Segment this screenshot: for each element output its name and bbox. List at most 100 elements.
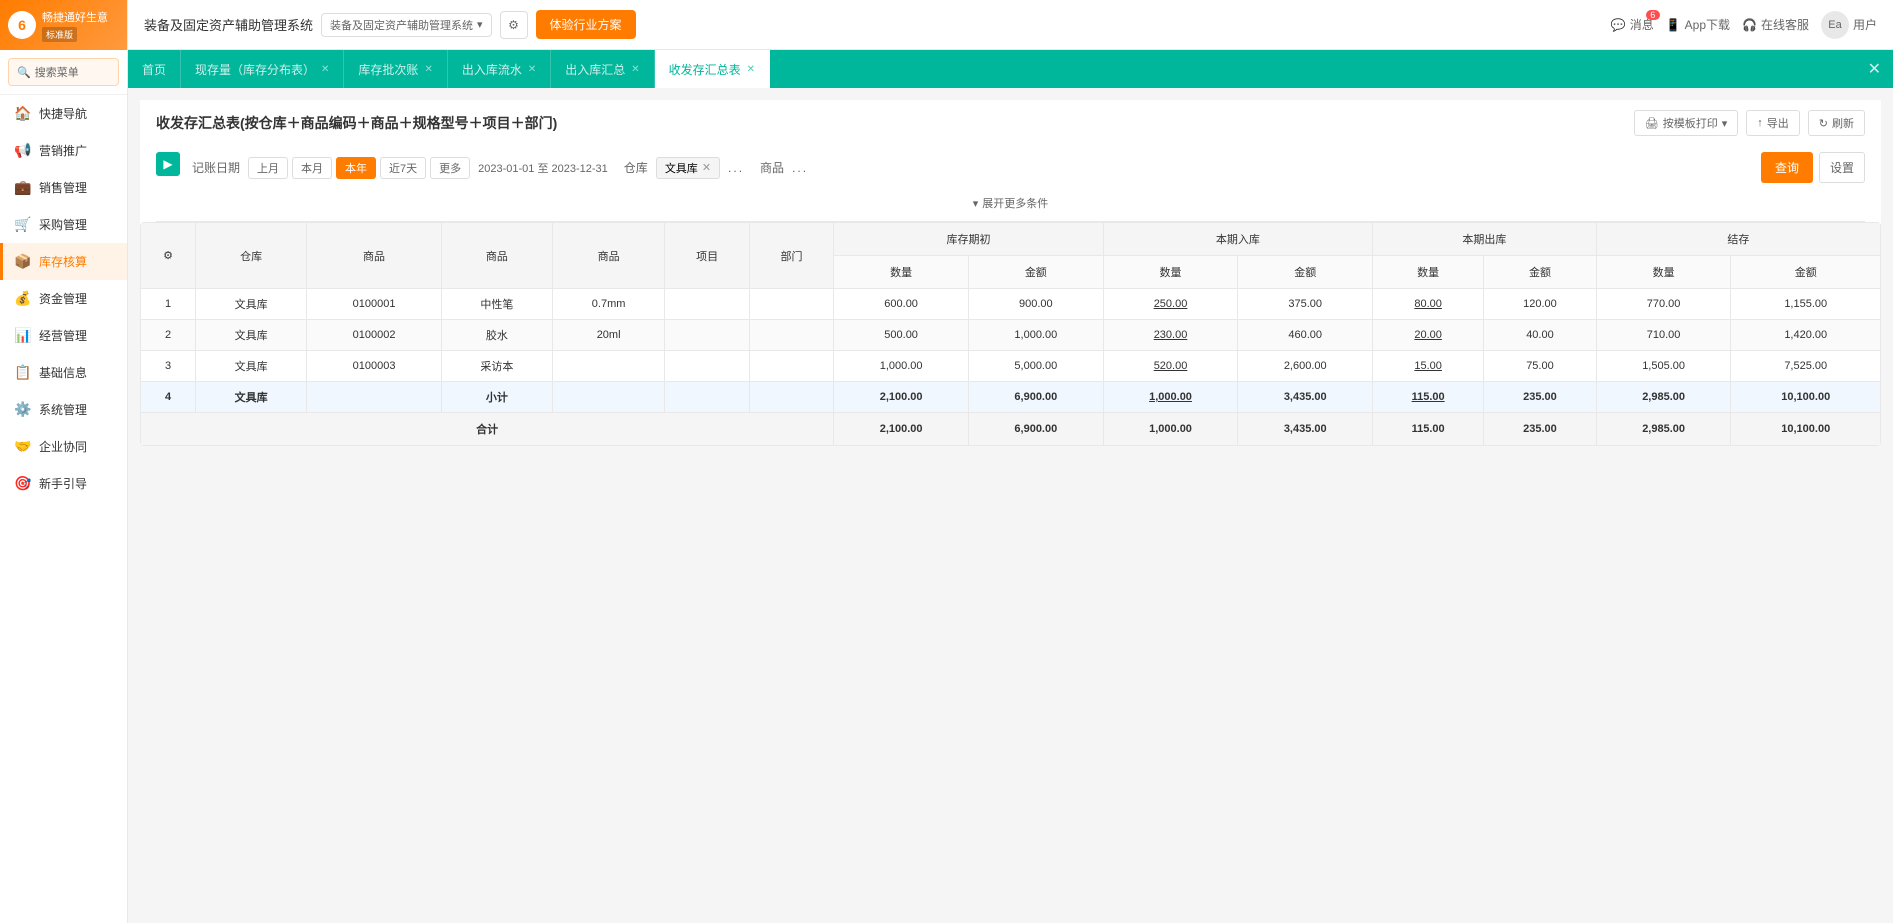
sidebar-item-caigou[interactable]: 🛒 采购管理 bbox=[0, 206, 127, 243]
date-btn-this-month[interactable]: 本月 bbox=[292, 157, 332, 179]
settings-gear-button[interactable]: ⚙ bbox=[500, 11, 528, 39]
row-open-qty: 2,100.00 bbox=[834, 382, 969, 413]
sidebar-item-xiaoshou[interactable]: 💼 销售管理 bbox=[0, 169, 127, 206]
table-row: 2文具库0100002胶水20ml500.001,000.00230.00460… bbox=[141, 320, 1881, 351]
row-bal-qty: 710.00 bbox=[1596, 320, 1731, 351]
sidebar-item-xitong[interactable]: ⚙️ 系统管理 bbox=[0, 391, 127, 428]
sidebar-nav: 🏠 快捷导航 📢 营销推广 💼 销售管理 🛒 采购管理 📦 库存核算 💰 资金管… bbox=[0, 95, 127, 923]
tab-batch[interactable]: 库存批次账 ✕ bbox=[344, 50, 447, 88]
row-in-qty[interactable]: 520.00 bbox=[1103, 351, 1238, 382]
warehouse-tag-close[interactable]: ✕ bbox=[702, 161, 711, 174]
tab-bar-close-button[interactable]: ✕ bbox=[1856, 59, 1893, 79]
sidebar-item-jingying[interactable]: 📊 经营管理 bbox=[0, 317, 127, 354]
try-industry-button[interactable]: 体验行业方案 bbox=[536, 10, 636, 39]
row-open-amt: 900.00 bbox=[968, 289, 1103, 320]
date-btn-last-month[interactable]: 上月 bbox=[248, 157, 288, 179]
tab-flow[interactable]: 出入库流水 ✕ bbox=[448, 50, 551, 88]
row-code: 0100001 bbox=[307, 289, 442, 320]
date-btn-more[interactable]: 更多 bbox=[430, 157, 470, 179]
tab-collect-summary-close[interactable]: ✕ bbox=[747, 64, 755, 75]
row-project bbox=[665, 351, 749, 382]
expand-more-filters-button[interactable]: ▾ 展开更多条件 bbox=[172, 191, 1849, 215]
nav-label-jingying: 经营管理 bbox=[39, 327, 87, 344]
row-open-qty: 1,000.00 bbox=[834, 351, 969, 382]
row-bal-qty: 1,505.00 bbox=[1596, 351, 1731, 382]
footer-bal-amt: 10,100.00 bbox=[1731, 413, 1881, 446]
tab-home[interactable]: 首页 bbox=[128, 50, 181, 88]
sidebar-item-xinshou[interactable]: 🎯 新手引导 bbox=[0, 465, 127, 502]
chevron-down-icon-expand: ▾ bbox=[973, 197, 979, 210]
nav-icon-yingxiao: 📢 bbox=[15, 143, 31, 159]
row-out-qty[interactable]: 15.00 bbox=[1373, 351, 1484, 382]
row-spec bbox=[552, 351, 665, 382]
warehouse-tag[interactable]: 文具库 ✕ bbox=[656, 157, 720, 179]
row-project bbox=[665, 289, 749, 320]
sidebar-item-yingxiao[interactable]: 📢 营销推广 bbox=[0, 132, 127, 169]
online-service-button[interactable]: 🎧 在线客服 bbox=[1742, 16, 1809, 33]
app-download-button[interactable]: 📱 App下载 bbox=[1666, 16, 1730, 33]
sidebar-item-jichu[interactable]: 📋 基础信息 bbox=[0, 354, 127, 391]
row-code: 0100002 bbox=[307, 320, 442, 351]
tab-collect-summary-label: 收发存汇总表 bbox=[669, 61, 741, 78]
row-in-amt: 375.00 bbox=[1238, 289, 1373, 320]
phone-icon: 📱 bbox=[1666, 18, 1681, 32]
row-name: 采访本 bbox=[441, 351, 552, 382]
row-open-amt: 6,900.00 bbox=[968, 382, 1103, 413]
row-in-qty[interactable]: 1,000.00 bbox=[1103, 382, 1238, 413]
th-dept: 部门 bbox=[749, 223, 833, 289]
warehouse-more[interactable]: ... bbox=[728, 161, 744, 175]
search-menu-button[interactable]: 🔍 搜索菜单 bbox=[8, 58, 119, 86]
th-settings: ⚙ bbox=[141, 223, 196, 289]
export-icon: ↑ bbox=[1757, 117, 1763, 129]
tab-batch-close[interactable]: ✕ bbox=[424, 64, 432, 75]
row-dept bbox=[749, 320, 833, 351]
nav-icon-xitong: ⚙️ bbox=[15, 402, 31, 418]
chevron-down-icon-print: ▾ bbox=[1722, 117, 1728, 130]
filter-collapse-button[interactable]: ▶ bbox=[156, 152, 180, 176]
row-spec bbox=[552, 382, 665, 413]
search-area[interactable]: 🔍 搜索菜单 bbox=[0, 50, 127, 95]
query-button[interactable]: 查询 bbox=[1761, 152, 1813, 183]
print-template-button[interactable]: 🖨 按模板打印 ▾ bbox=[1634, 110, 1739, 136]
export-button[interactable]: ↑ 导出 bbox=[1746, 110, 1800, 136]
sidebar-item-qiye[interactable]: 🤝 企业协同 bbox=[0, 428, 127, 465]
tab-inout-summary[interactable]: 出入库汇总 ✕ bbox=[551, 50, 654, 88]
page-title: 收发存汇总表(按仓库＋商品编码＋商品＋规格型号＋项目＋部门) bbox=[156, 113, 557, 133]
export-label: 导出 bbox=[1767, 115, 1789, 131]
sidebar: 6 畅捷通好生意 标准版 🔍 搜索菜单 🏠 快捷导航 📢 营销推广 💼 销售管理… bbox=[0, 0, 128, 923]
date-btn-this-year[interactable]: 本年 bbox=[336, 157, 376, 179]
date-btn-7days[interactable]: 近7天 bbox=[380, 157, 426, 179]
footer-in-qty: 1,000.00 bbox=[1103, 413, 1238, 446]
tab-collect-summary[interactable]: 收发存汇总表 ✕ bbox=[655, 50, 770, 88]
tab-inventory-dist[interactable]: 现存量（库存分布表） ✕ bbox=[181, 50, 344, 88]
row-out-qty[interactable]: 80.00 bbox=[1373, 289, 1484, 320]
data-table: ⚙ 仓库 商品 商品 商品 项目 部门 库存期初 本期入库 本期出库 结存 bbox=[140, 222, 1881, 446]
user-menu-button[interactable]: Ea 用户 bbox=[1821, 11, 1877, 39]
tab-inout-summary-close[interactable]: ✕ bbox=[631, 64, 639, 75]
table-row: 3文具库0100003采访本1,000.005,000.00520.002,60… bbox=[141, 351, 1881, 382]
th-project: 项目 bbox=[665, 223, 749, 289]
message-button[interactable]: 💬 消息 6 bbox=[1611, 16, 1654, 33]
th-in-qty: 数量 bbox=[1103, 256, 1238, 289]
row-in-qty[interactable]: 250.00 bbox=[1103, 289, 1238, 320]
system-select-label: 装备及固定资产辅助管理系统 bbox=[330, 17, 473, 33]
goods-more[interactable]: ... bbox=[792, 161, 808, 175]
row-spec: 20ml bbox=[552, 320, 665, 351]
th-in-amt: 金额 bbox=[1238, 256, 1373, 289]
sidebar-item-zijin[interactable]: 💰 资金管理 bbox=[0, 280, 127, 317]
row-out-qty[interactable]: 115.00 bbox=[1373, 382, 1484, 413]
sidebar-item-kuaijiedaohang[interactable]: 🏠 快捷导航 bbox=[0, 95, 127, 132]
row-dept bbox=[749, 289, 833, 320]
row-in-amt: 2,600.00 bbox=[1238, 351, 1373, 382]
table-setting-button[interactable]: 设置 bbox=[1819, 152, 1865, 183]
row-out-amt: 120.00 bbox=[1484, 289, 1597, 320]
refresh-button[interactable]: ↻ 刷新 bbox=[1808, 110, 1865, 136]
tab-flow-close[interactable]: ✕ bbox=[528, 64, 536, 75]
tab-inventory-dist-close[interactable]: ✕ bbox=[321, 64, 329, 75]
row-in-qty[interactable]: 230.00 bbox=[1103, 320, 1238, 351]
row-out-qty[interactable]: 20.00 bbox=[1373, 320, 1484, 351]
th-warehouse: 仓库 bbox=[196, 223, 307, 289]
row-num: 3 bbox=[141, 351, 196, 382]
system-select-dropdown[interactable]: 装备及固定资产辅助管理系统 ▾ bbox=[321, 13, 492, 37]
sidebar-item-kucun[interactable]: 📦 库存核算 bbox=[0, 243, 127, 280]
